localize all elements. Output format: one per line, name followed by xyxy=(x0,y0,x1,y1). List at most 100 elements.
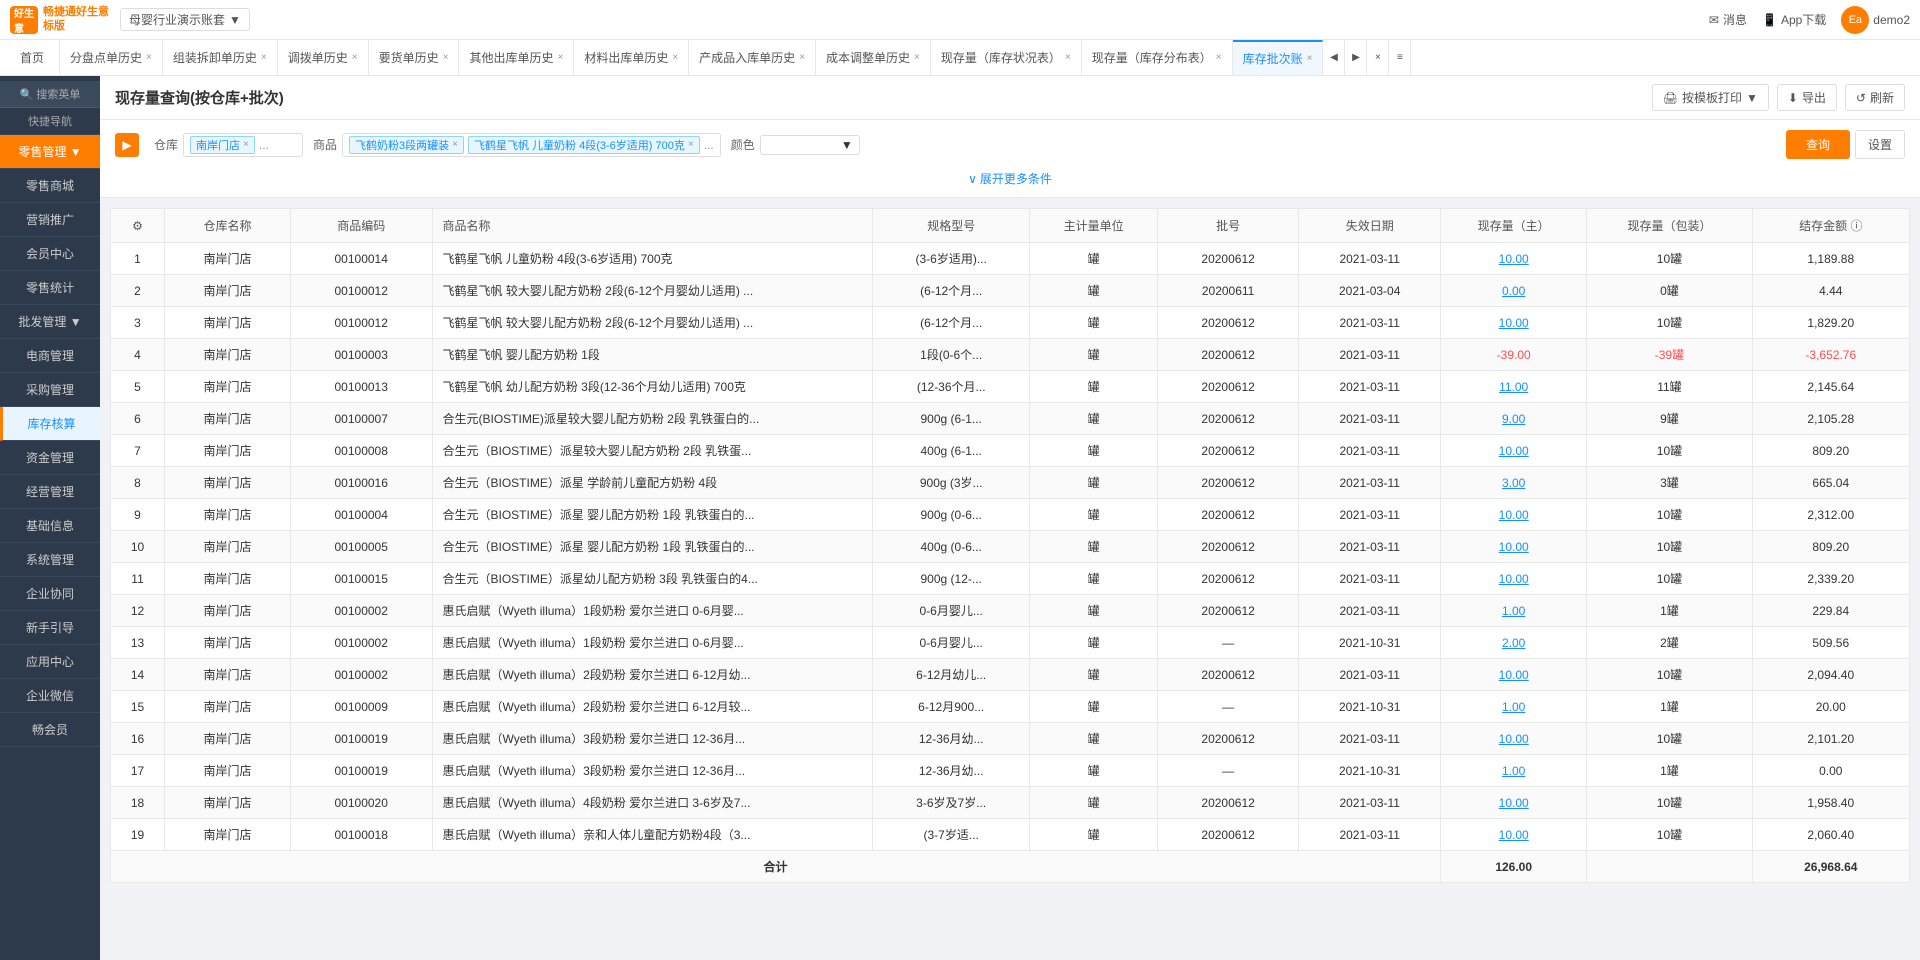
tab-fenPan[interactable]: 分盘点单历史 × xyxy=(60,40,163,76)
sidebar-item-operations[interactable]: 经营管理 xyxy=(0,475,100,509)
sidebar-item-retail-store[interactable]: 零售商城 xyxy=(0,169,100,203)
sidebar-item-purchase[interactable]: 采购管理 xyxy=(0,373,100,407)
sidebar-item-enterprise[interactable]: 企业协同 xyxy=(0,577,100,611)
color-tag-group[interactable]: ▼ xyxy=(760,135,860,155)
remove-product-tag1-icon[interactable]: × xyxy=(452,139,458,150)
app-download-btn[interactable]: 📱 App下载 xyxy=(1762,11,1826,28)
row-qty-main[interactable]: 1.00 xyxy=(1441,691,1587,723)
sidebar-item-enterprise-wx[interactable]: 企业微信 xyxy=(0,679,100,713)
template-print-btn[interactable]: 🖨 按模板打印 ▼ xyxy=(1652,84,1769,111)
settings-btn[interactable]: 设置 xyxy=(1855,130,1905,159)
sidebar-item-member[interactable]: 会员中心 xyxy=(0,237,100,271)
warehouse-tag-nanAnMenDian[interactable]: 南岸门店 × xyxy=(190,136,255,154)
expand-more-btn[interactable]: ∨ 展开更多条件 xyxy=(968,170,1052,187)
tab-tiaoZhu[interactable]: 调拨单历史 × xyxy=(278,40,369,76)
sidebar-item-finance[interactable]: 资金管理 xyxy=(0,441,100,475)
tab-xianCunZhuang[interactable]: 现存量（库存状况表） × xyxy=(931,40,1082,76)
tab-menu-btn[interactable]: ≡ xyxy=(1389,40,1411,76)
row-qty-main[interactable]: 9.00 xyxy=(1441,403,1587,435)
product-tag-group[interactable]: 飞鹤奶粉3段两罐装 × 飞鹤星飞帆 儿童奶粉 4段(3-6岁适用) 700克 ×… xyxy=(342,133,721,157)
close-tab-yaoHuo-icon[interactable]: × xyxy=(443,52,449,63)
chevron-down-icon: ▼ xyxy=(841,138,853,152)
remove-warehouse-tag-icon[interactable]: × xyxy=(243,139,249,150)
row-qty-main[interactable]: 10.00 xyxy=(1441,563,1587,595)
tab-xianCunFen[interactable]: 现存量（库存分布表） × xyxy=(1082,40,1233,76)
product-tag-1[interactable]: 飞鹤奶粉3段两罐装 × xyxy=(349,136,464,154)
row-qty-main[interactable]: 0.00 xyxy=(1441,275,1587,307)
sidebar-item-inventory[interactable]: 库存核算 xyxy=(0,407,100,441)
sidebar-item-basic-info[interactable]: 基础信息 xyxy=(0,509,100,543)
tab-home[interactable]: 首页 xyxy=(5,40,60,76)
row-idx: 1 xyxy=(111,243,165,275)
row-expire: 2021-03-11 xyxy=(1299,243,1441,275)
user-info[interactable]: Ea demo2 xyxy=(1841,6,1910,34)
tab-yaoHuo[interactable]: 要货单历史 × xyxy=(369,40,460,76)
sidebar-shortcut[interactable]: 快捷导航 xyxy=(0,108,100,135)
row-qty-main[interactable]: 10.00 xyxy=(1441,723,1587,755)
tab-qiTaChu[interactable]: 其他出库单历史 × xyxy=(459,40,574,76)
tab-chengBen[interactable]: 成本调整单历史 × xyxy=(816,40,931,76)
close-tab-fenPan-icon[interactable]: × xyxy=(146,52,152,63)
row-code: 00100014 xyxy=(290,243,432,275)
sidebar-item-retail-mgmt[interactable]: 零售管理 ▼ xyxy=(0,135,100,169)
close-tab-chanPin-icon[interactable]: × xyxy=(799,52,805,63)
sidebar-search[interactable]: 🔍 搜索英单 xyxy=(0,81,100,108)
row-qty-main[interactable]: 10.00 xyxy=(1441,819,1587,851)
company-select[interactable]: 母婴行业演示账套 ▼ xyxy=(120,8,250,31)
row-spec: 12-36月幼... xyxy=(873,755,1030,787)
close-tab-xianCunFen-icon[interactable]: × xyxy=(1216,52,1222,63)
tab-next-btn[interactable]: ▶ xyxy=(1345,40,1367,76)
row-qty-main[interactable]: 10.00 xyxy=(1441,243,1587,275)
row-spec: 6-12月幼儿... xyxy=(873,659,1030,691)
row-qty-main[interactable]: 10.00 xyxy=(1441,531,1587,563)
refresh-btn[interactable]: ↺ 刷新 xyxy=(1845,84,1905,111)
sidebar-item-member2[interactable]: 畅会员 xyxy=(0,713,100,747)
row-qty-main[interactable]: 3.00 xyxy=(1441,467,1587,499)
product-more-icon[interactable]: ... xyxy=(704,138,714,152)
col-settings[interactable]: ⚙ xyxy=(111,209,165,243)
row-qty-main[interactable]: 10.00 xyxy=(1441,307,1587,339)
sidebar-item-retail-stats[interactable]: 零售统计 xyxy=(0,271,100,305)
sidebar-item-system[interactable]: 系统管理 xyxy=(0,543,100,577)
close-tab-caiLiao-icon[interactable]: × xyxy=(672,52,678,63)
export-btn[interactable]: ⬇ 导出 xyxy=(1777,84,1837,111)
warehouse-tag-group[interactable]: 南岸门店 × ... xyxy=(183,133,303,157)
remove-product-tag2-icon[interactable]: × xyxy=(688,139,694,150)
expand-filter-btn[interactable]: ▶ xyxy=(115,133,139,157)
close-tab-tiaoZhu-icon[interactable]: × xyxy=(352,52,358,63)
tab-zuZhaiChai[interactable]: 组装拆卸单历史 × xyxy=(163,40,278,76)
sidebar-item-app-center[interactable]: 应用中心 xyxy=(0,645,100,679)
sidebar-item-ecommerce[interactable]: 电商管理 xyxy=(0,339,100,373)
tab-chanPin[interactable]: 产成品入库单历史 × xyxy=(689,40,816,76)
row-warehouse: 南岸门店 xyxy=(165,691,291,723)
product-tag-2[interactable]: 飞鹤星飞帆 儿童奶粉 4段(3-6岁适用) 700克 × xyxy=(468,136,700,154)
sidebar-item-new-guide[interactable]: 新手引导 xyxy=(0,611,100,645)
tab-close-btn[interactable]: × xyxy=(1367,40,1389,76)
tab-kuCunPi[interactable]: 库存批次账 × xyxy=(1233,40,1324,76)
tab-caiLiao[interactable]: 材料出库单历史 × xyxy=(574,40,689,76)
total-balance: 26,968.64 xyxy=(1752,851,1909,883)
close-tab-kuCunPi-icon[interactable]: × xyxy=(1307,53,1313,64)
warehouse-more-icon[interactable]: ... xyxy=(259,138,269,152)
row-qty-main[interactable]: -39.00 xyxy=(1441,339,1587,371)
row-qty-main[interactable]: 11.00 xyxy=(1441,371,1587,403)
row-qty-main[interactable]: 10.00 xyxy=(1441,499,1587,531)
close-tab-xianCunZhuang-icon[interactable]: × xyxy=(1065,52,1071,63)
row-unit: 罐 xyxy=(1030,467,1157,499)
row-qty-main[interactable]: 2.00 xyxy=(1441,627,1587,659)
messages-btn[interactable]: ✉ 消息 xyxy=(1709,11,1747,28)
sidebar-item-wholesale[interactable]: 批发管理 ▼ xyxy=(0,305,100,339)
row-batch: 20200612 xyxy=(1157,467,1299,499)
row-name: 惠氏启赋（Wyeth illuma）1段奶粉 爱尔兰进口 0-6月婴... xyxy=(432,627,873,659)
close-tab-qiTaChu-icon[interactable]: × xyxy=(557,52,563,63)
search-btn[interactable]: 查询 xyxy=(1786,130,1850,159)
row-qty-main[interactable]: 10.00 xyxy=(1441,435,1587,467)
row-qty-main[interactable]: 1.00 xyxy=(1441,595,1587,627)
row-qty-main[interactable]: 1.00 xyxy=(1441,755,1587,787)
row-qty-main[interactable]: 10.00 xyxy=(1441,787,1587,819)
close-tab-chengBen-icon[interactable]: × xyxy=(914,52,920,63)
row-qty-main[interactable]: 10.00 xyxy=(1441,659,1587,691)
close-tab-zuZhaiChai-icon[interactable]: × xyxy=(261,52,267,63)
sidebar-item-marketing[interactable]: 营销推广 xyxy=(0,203,100,237)
tab-prev-btn[interactable]: ◀ xyxy=(1323,40,1345,76)
